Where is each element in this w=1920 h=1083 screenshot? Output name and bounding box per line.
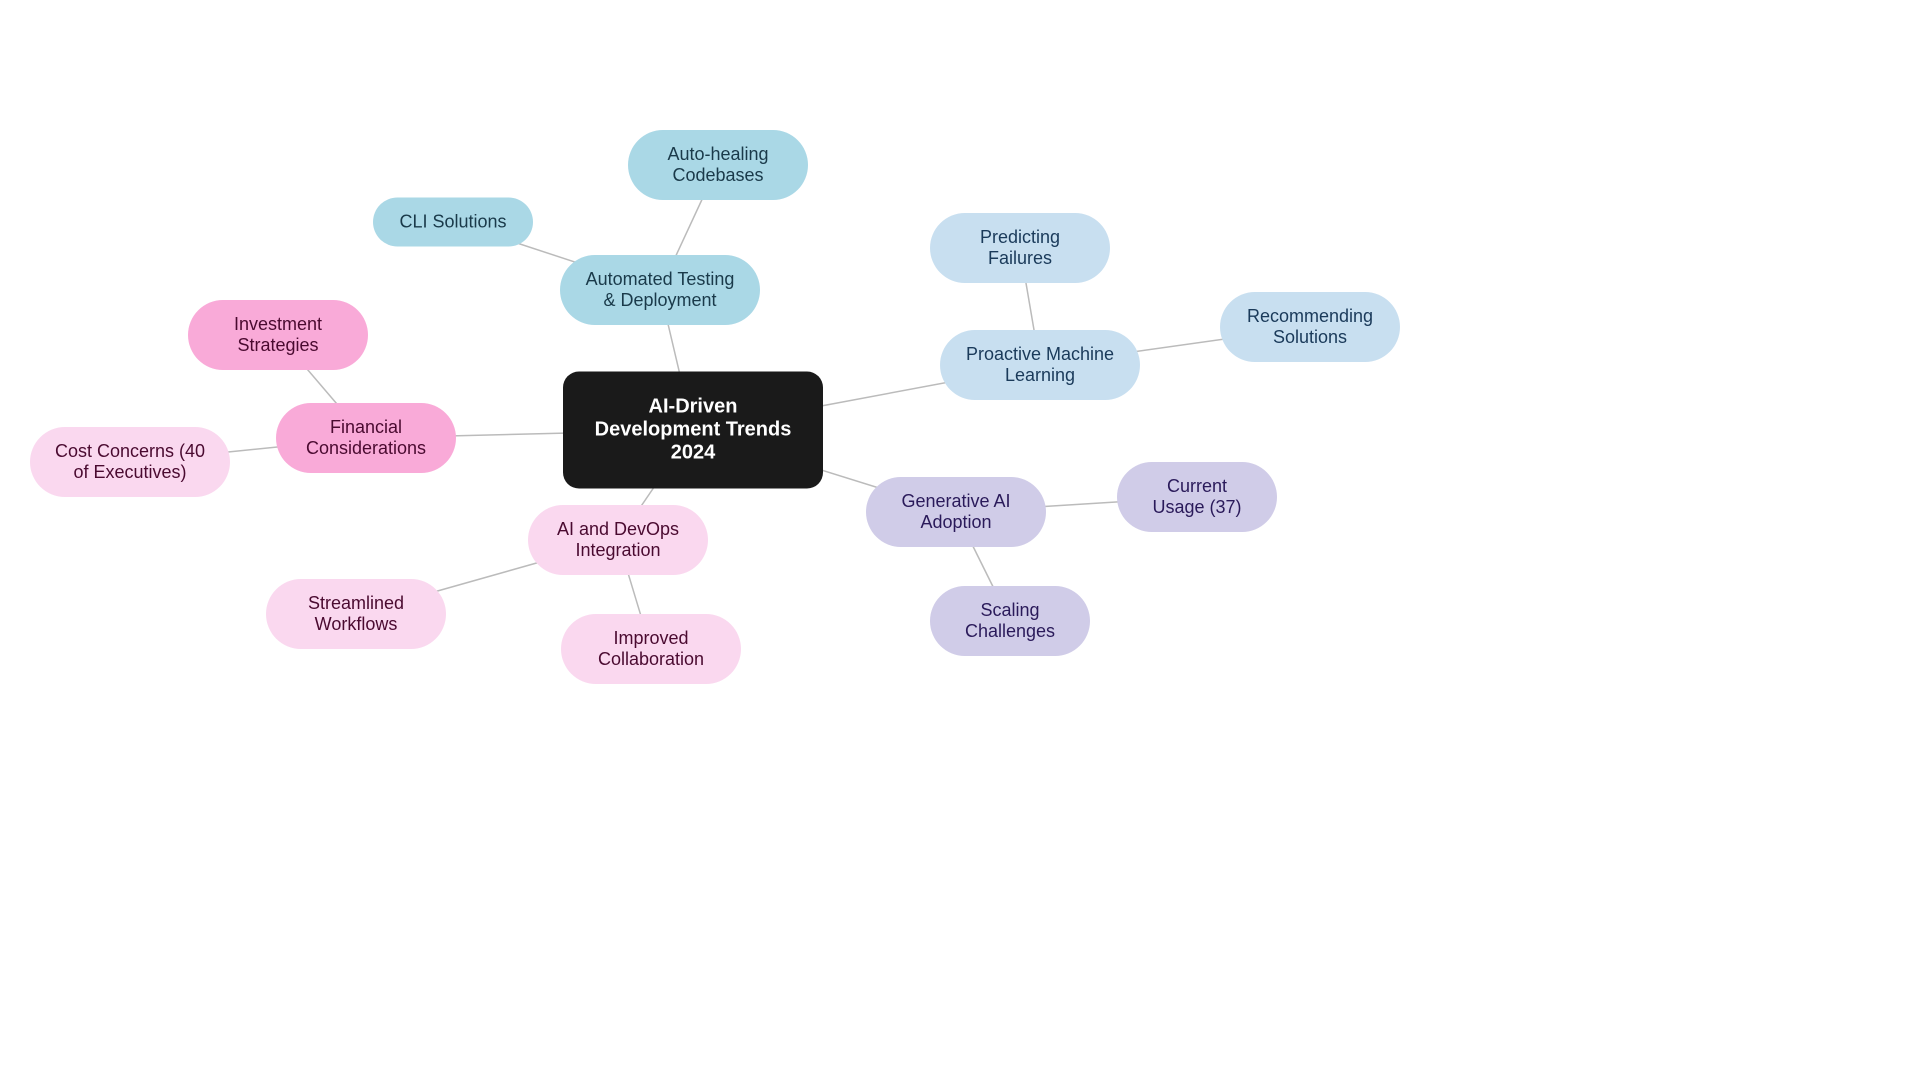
node-current_usage[interactable]: Current Usage (37) [1117,462,1277,532]
node-label-current_usage: Current Usage (37) [1139,476,1255,518]
node-cli_solutions[interactable]: CLI Solutions [373,198,533,247]
node-label-devops_integration: AI and DevOps Integration [550,519,686,561]
node-label-center: AI-Driven Development Trends 2024 [591,396,795,465]
node-label-financial_considerations: Financial Considerations [298,417,434,459]
node-auto_healing[interactable]: Auto-healing Codebases [628,130,808,200]
node-streamlined_workflows[interactable]: Streamlined Workflows [266,579,446,649]
node-generative_ai[interactable]: Generative AI Adoption [866,477,1046,547]
node-center[interactable]: AI-Driven Development Trends 2024 [563,372,823,489]
node-label-investment_strategies: Investment Strategies [210,314,346,356]
node-label-cli_solutions: CLI Solutions [399,212,506,233]
node-investment_strategies[interactable]: Investment Strategies [188,300,368,370]
node-label-proactive_ml: Proactive Machine Learning [962,344,1118,386]
node-improved_collaboration[interactable]: Improved Collaboration [561,614,741,684]
node-label-scaling_challenges: Scaling Challenges [952,600,1068,642]
node-label-generative_ai: Generative AI Adoption [888,491,1024,533]
node-label-predicting_failures: Predicting Failures [952,227,1088,269]
node-label-cost_concerns: Cost Concerns (40 of Executives) [52,441,208,483]
node-label-recommending_solutions: Recommending Solutions [1242,306,1378,348]
node-devops_integration[interactable]: AI and DevOps Integration [528,505,708,575]
node-label-automated_testing: Automated Testing & Deployment [582,269,738,311]
node-label-streamlined_workflows: Streamlined Workflows [288,593,424,635]
node-financial_considerations[interactable]: Financial Considerations [276,403,456,473]
node-automated_testing[interactable]: Automated Testing & Deployment [560,255,760,325]
node-scaling_challenges[interactable]: Scaling Challenges [930,586,1090,656]
node-label-auto_healing: Auto-healing Codebases [650,144,786,186]
node-label-improved_collaboration: Improved Collaboration [583,628,719,670]
node-cost_concerns[interactable]: Cost Concerns (40 of Executives) [30,427,230,497]
node-proactive_ml[interactable]: Proactive Machine Learning [940,330,1140,400]
node-predicting_failures[interactable]: Predicting Failures [930,213,1110,283]
node-recommending_solutions[interactable]: Recommending Solutions [1220,292,1400,362]
